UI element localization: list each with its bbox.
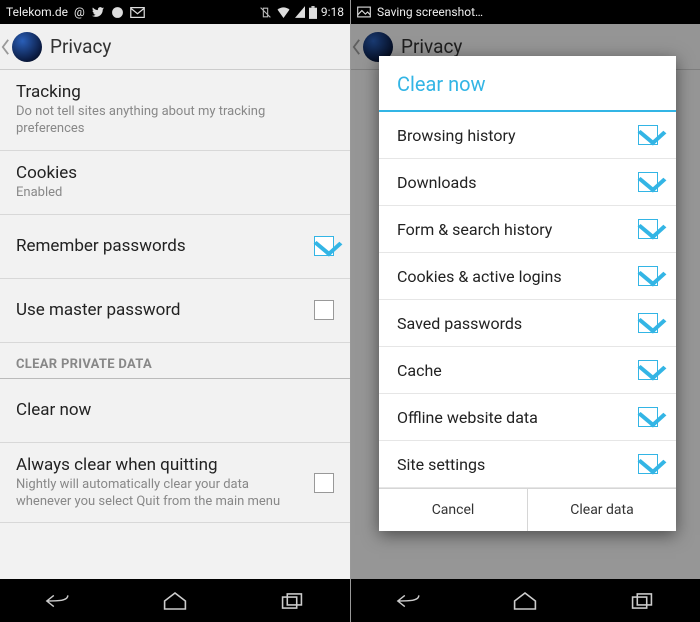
action-bar: Privacy bbox=[0, 24, 350, 70]
row-subtitle: Do not tell sites anything about my trac… bbox=[16, 104, 334, 138]
clock-text: 9:18 bbox=[321, 5, 344, 19]
firefox-icon bbox=[111, 6, 124, 19]
nav-home-icon[interactable] bbox=[154, 588, 196, 614]
dialog-item-label: Cache bbox=[397, 361, 628, 380]
checkbox-remember[interactable] bbox=[314, 236, 334, 256]
dialog-item[interactable]: Site settings bbox=[379, 441, 676, 488]
dialog-item[interactable]: Cache bbox=[379, 347, 676, 394]
status-bar: Telekom.de @ 9:18 bbox=[0, 0, 350, 24]
row-title: Use master password bbox=[16, 300, 304, 320]
cancel-button[interactable]: Cancel bbox=[379, 489, 527, 531]
battery-icon bbox=[309, 6, 317, 19]
row-title: Tracking bbox=[16, 82, 334, 102]
screenshot-pair: Telekom.de @ 9:18 Privacy Tracki bbox=[0, 0, 700, 622]
page-title: Privacy bbox=[50, 35, 111, 58]
row-subtitle: Nightly will automatically clear your da… bbox=[16, 477, 304, 511]
nav-recent-icon[interactable] bbox=[271, 588, 313, 614]
dialog-item[interactable]: Offline website data bbox=[379, 394, 676, 441]
app-logo-icon[interactable] bbox=[12, 32, 42, 62]
row-cookies[interactable]: Cookies Enabled bbox=[0, 151, 350, 215]
dialog-item-label: Saved passwords bbox=[397, 314, 628, 333]
row-subtitle: Enabled bbox=[16, 185, 334, 202]
row-title: Clear now bbox=[16, 400, 334, 420]
nav-bar bbox=[351, 579, 700, 622]
nav-bar bbox=[0, 579, 350, 622]
left-pane: Telekom.de @ 9:18 Privacy Tracki bbox=[0, 0, 350, 622]
checkbox-master[interactable] bbox=[314, 300, 334, 320]
nav-back-icon[interactable] bbox=[37, 588, 79, 614]
row-clear-now[interactable]: Clear now bbox=[0, 379, 350, 443]
row-always-clear[interactable]: Always clear when quitting Nightly will … bbox=[0, 443, 350, 524]
carrier-text: Telekom.de bbox=[6, 5, 68, 19]
saving-text: Saving screenshot… bbox=[377, 5, 483, 19]
row-title: Cookies bbox=[16, 163, 334, 183]
dialog-item-label: Browsing history bbox=[397, 126, 628, 145]
status-bar: Saving screenshot… bbox=[351, 0, 700, 24]
dialog-title: Clear now bbox=[379, 56, 676, 110]
wifi-icon bbox=[276, 6, 291, 18]
dialog-item-checkbox[interactable] bbox=[638, 125, 658, 145]
clear-data-button[interactable]: Clear data bbox=[527, 489, 676, 531]
image-icon bbox=[357, 6, 371, 18]
vibrate-icon bbox=[259, 6, 272, 19]
dialog-item[interactable]: Browsing history bbox=[379, 112, 676, 159]
row-remember-passwords[interactable]: Remember passwords bbox=[0, 215, 350, 279]
row-title: Remember passwords bbox=[16, 236, 304, 256]
dialog-item-label: Site settings bbox=[397, 455, 628, 474]
nav-recent-icon[interactable] bbox=[621, 588, 663, 614]
settings-list: Tracking Do not tell sites anything abou… bbox=[0, 70, 350, 579]
nav-back-icon[interactable] bbox=[388, 588, 430, 614]
dialog-item-label: Offline website data bbox=[397, 408, 628, 427]
dialog-item-label: Downloads bbox=[397, 173, 628, 192]
right-pane: Saving screenshot… Privacy Clear now Bro… bbox=[350, 0, 700, 622]
nav-home-icon[interactable] bbox=[504, 588, 546, 614]
dialog-item[interactable]: Form & search history bbox=[379, 206, 676, 253]
dialog-item-checkbox[interactable] bbox=[638, 266, 658, 286]
signal-icon bbox=[295, 6, 305, 18]
dialog-buttons: Cancel Clear data bbox=[379, 488, 676, 531]
dialog-item-checkbox[interactable] bbox=[638, 407, 658, 427]
dialog-item-checkbox[interactable] bbox=[638, 172, 658, 192]
dialog-item[interactable]: Cookies & active logins bbox=[379, 253, 676, 300]
dialog-item-label: Form & search history bbox=[397, 220, 628, 239]
dialog-item-checkbox[interactable] bbox=[638, 313, 658, 333]
row-tracking[interactable]: Tracking Do not tell sites anything abou… bbox=[0, 70, 350, 151]
dialog-item[interactable]: Saved passwords bbox=[379, 300, 676, 347]
dialog-item-checkbox[interactable] bbox=[638, 454, 658, 474]
dialog-item-checkbox[interactable] bbox=[638, 360, 658, 380]
section-header: CLEAR PRIVATE DATA bbox=[0, 343, 350, 379]
row-master-password[interactable]: Use master password bbox=[0, 279, 350, 343]
gmail-icon bbox=[130, 7, 145, 18]
at-icon: @ bbox=[74, 5, 85, 19]
dialog-item[interactable]: Downloads bbox=[379, 159, 676, 206]
twitter-icon bbox=[91, 6, 105, 18]
checkbox-always[interactable] bbox=[314, 473, 334, 493]
row-title: Always clear when quitting bbox=[16, 455, 304, 475]
back-icon[interactable] bbox=[0, 24, 10, 70]
dialog-item-checkbox[interactable] bbox=[638, 219, 658, 239]
clear-now-dialog: Clear now Browsing history Downloads Form … bbox=[379, 56, 676, 531]
dialog-item-label: Cookies & active logins bbox=[397, 267, 628, 286]
